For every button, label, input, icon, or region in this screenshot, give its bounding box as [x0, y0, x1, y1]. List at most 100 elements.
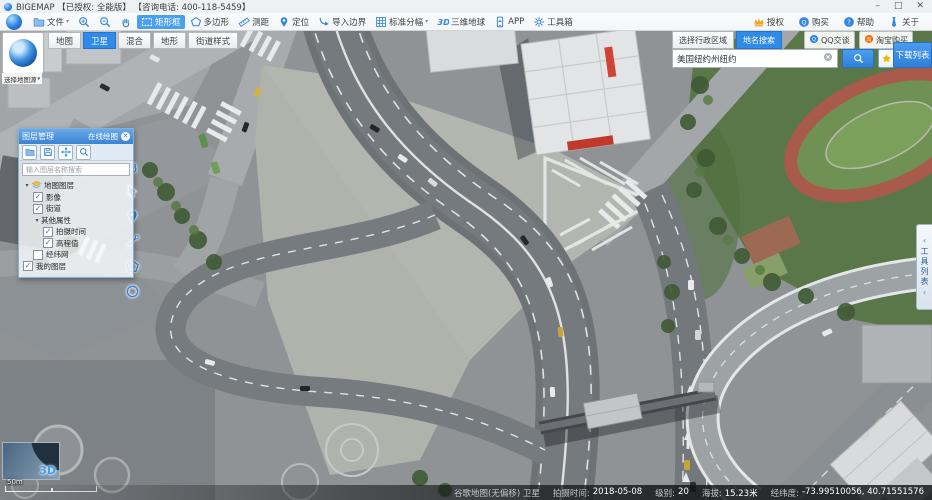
layer-tree-item[interactable]: ▾ 地图图层: [21, 180, 131, 192]
rect-select-tool[interactable]: 矩形框: [137, 14, 185, 29]
bigemap-sphere-logo: [6, 13, 22, 30]
app-tool[interactable]: APP: [490, 15, 528, 29]
import-icon: [318, 16, 330, 28]
polygon-select-tool-label: 多边形: [203, 17, 230, 28]
layers-icon: [31, 180, 42, 191]
panel-close-icon[interactable]: ✕: [121, 132, 130, 141]
layer-label: 其他属性: [41, 215, 71, 225]
search-button[interactable]: [842, 49, 874, 68]
circle-tool-icon: [125, 284, 140, 299]
toolbox-tool[interactable]: 工具箱: [529, 15, 577, 29]
tools-list-tab[interactable]: ‹ 工具列表 ‹: [916, 224, 932, 310]
layer-checkbox[interactable]: ✓: [43, 238, 53, 249]
qq-chat-button[interactable]: Q QQ交谈: [804, 31, 855, 49]
layer-checkbox[interactable]: ✓: [33, 203, 43, 214]
locate-tool[interactable]: 定位: [274, 15, 313, 29]
ruler-icon: [238, 16, 250, 28]
globe-3d-tool-label: 三维地球: [451, 17, 486, 28]
file-menu-label: 文件: [47, 17, 65, 28]
download-list-button[interactable]: 下载列表: [893, 42, 932, 68]
zoom-in-icon: [78, 16, 90, 28]
grid-split-tool-label: 标准分幅: [389, 17, 424, 28]
qq-icon: Q: [798, 16, 810, 28]
tie-icon: [888, 16, 900, 28]
close-button[interactable]: ✕: [916, 0, 924, 13]
rect-select-icon: [141, 16, 153, 28]
layer-label: 高程值: [56, 238, 79, 248]
license-button-label: 授权: [766, 17, 784, 28]
zoom-in-tool[interactable]: [74, 15, 94, 29]
layer-label: 地图图层: [44, 181, 74, 191]
layer-checkbox[interactable]: ✓: [43, 226, 53, 237]
crown-icon: [753, 16, 765, 28]
tools-list-label: 工具列表: [920, 247, 929, 287]
tab-place-search[interactable]: 地名搜索: [736, 31, 782, 49]
status-segment: 经纬度: -73.99510056, 40.71551576: [770, 486, 924, 499]
search-query: 美国纽约州纽约: [677, 54, 737, 65]
circle-tool[interactable]: [124, 283, 141, 300]
measure-tool-label: 测距: [252, 17, 270, 28]
measure-tool[interactable]: 测距: [234, 15, 273, 29]
about-button[interactable]: 关于: [886, 15, 921, 29]
layer-search-input[interactable]: 输入图层名称搜索: [22, 163, 130, 176]
pan-tool[interactable]: [116, 15, 136, 29]
layers-panel: 图层管理 在线绘图 ✕ 输入图层名称搜索 ▾ 地图图层 ✓ 影像 ✓ 街道 ▾ 其他属性 ✓ 拍摄…: [18, 128, 134, 278]
help-button[interactable]: ? 帮助: [841, 15, 876, 29]
tab-region-select[interactable]: 选择行政区域: [672, 31, 734, 49]
3d-label: 3D: [39, 464, 56, 477]
rect-select-tool-label: 矩形框: [155, 17, 181, 28]
layer-tree-item[interactable]: ✓ 高程值: [21, 238, 131, 250]
status-bar: 谷歌地图(无偏移) 卫星 拍摄时间: 2018-05-08 级别: 20 海拔: 15.23…: [0, 485, 932, 500]
toolbox-tool-label: 工具箱: [547, 17, 573, 28]
import-boundary-tool[interactable]: 导入边界: [314, 15, 370, 29]
hand-icon: [120, 16, 132, 28]
place-search-input[interactable]: 美国纽约州纽约: [672, 49, 838, 68]
save-icon: [43, 147, 53, 157]
layer-checkbox[interactable]: ✓: [33, 192, 43, 203]
move-icon: [60, 147, 71, 157]
layers-panel-header[interactable]: 图层管理 在线绘图 ✕: [19, 129, 133, 144]
layer-checkbox[interactable]: ✓: [23, 261, 33, 272]
buy-button[interactable]: Q 购买: [796, 15, 831, 29]
layer-tree-item[interactable]: ✓ 街道: [21, 203, 131, 215]
expand-arrow-icon[interactable]: ▾: [33, 217, 41, 224]
license-button[interactable]: 授权: [751, 15, 786, 29]
layer-tree-item[interactable]: 经纬网: [21, 249, 131, 261]
buy-button-label: 购买: [811, 17, 829, 28]
status-segment: 拍摄时间: 2018-05-08: [552, 486, 643, 499]
layer-checkbox[interactable]: [33, 249, 43, 260]
window-title: BIGEMAP 【已授权: 全能版】 【咨询电话: 400-118-5459】: [16, 2, 251, 13]
titlebar: BIGEMAP 【已授权: 全能版】 【咨询电话: 400-118-5459】: [0, 0, 932, 13]
tab-map[interactable]: 地图: [48, 32, 82, 49]
zoom-out-tool[interactable]: [95, 15, 115, 29]
polygon-select-tool[interactable]: 多边形: [186, 15, 234, 29]
minimize-button[interactable]: –: [875, 0, 880, 13]
tab-terrain[interactable]: 地形: [153, 32, 187, 49]
import-boundary-tool-label: 导入边界: [332, 17, 367, 28]
clear-search-icon[interactable]: [823, 52, 833, 65]
expand-arrow-icon[interactable]: ▾: [23, 182, 31, 189]
layer-tree-item[interactable]: ✓ 我的图层: [21, 261, 131, 273]
main-toolbar: 文件 ▾ 矩形框 多边形 测距 定位 导入边界 标准分幅 ▾ 3D 三维地球 APP 工具箱 授权 Q 购买…: [0, 13, 932, 31]
chevron-down-icon: ▾: [66, 18, 70, 25]
tab-satellite[interactable]: 卫星: [83, 32, 117, 49]
search-layer-button[interactable]: [76, 144, 91, 160]
tab-hybrid[interactable]: 混合: [118, 32, 152, 49]
minimap-3d-toggle[interactable]: 3D: [2, 442, 60, 480]
save-layer-button[interactable]: [40, 144, 55, 160]
layer-tree-item[interactable]: ▾ 其他属性: [21, 215, 131, 227]
maximize-button[interactable]: □: [894, 0, 903, 13]
globe-3d-tool[interactable]: 3D 三维地球: [433, 15, 489, 29]
grid-split-tool[interactable]: 标准分幅 ▾: [371, 15, 432, 29]
open-layer-button[interactable]: [22, 144, 37, 160]
move-layer-button[interactable]: [58, 144, 73, 160]
online-draw-link[interactable]: 在线绘图: [88, 131, 118, 142]
map-source-label[interactable]: 选择地图源 ▾: [2, 73, 42, 84]
layer-tree-item[interactable]: ✓ 拍摄时间: [21, 226, 131, 238]
layer-tree-item[interactable]: ✓ 影像: [21, 192, 131, 204]
app-tool-label: APP: [508, 16, 525, 27]
chevron-down-icon: ▾: [425, 18, 429, 25]
map-source-button[interactable]: [2, 32, 44, 74]
file-menu[interactable]: 文件 ▾: [29, 15, 73, 29]
tab-street-style[interactable]: 街道样式: [188, 32, 239, 49]
